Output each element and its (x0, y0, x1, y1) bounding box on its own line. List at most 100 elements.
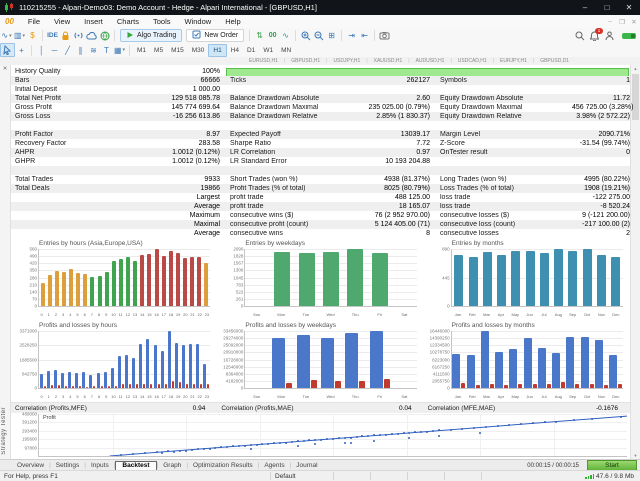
chart-tab[interactable]: USDCAD,H1 (452, 58, 493, 64)
menu-help[interactable]: Help (218, 17, 247, 26)
y-tick-label: 293400 (21, 428, 37, 434)
zoom-in-icon[interactable] (299, 30, 312, 42)
line-chart-icon[interactable]: ∿ ▾ (0, 30, 13, 42)
report-value: 9 (-121 200.00) (582, 212, 630, 219)
broadcast-icon[interactable] (72, 30, 85, 42)
text-tool-icon[interactable]: T (100, 44, 113, 56)
menu-charts[interactable]: Charts (110, 17, 146, 26)
market-depth-button[interactable]: 00 (266, 30, 279, 42)
community-person-icon[interactable] (603, 30, 616, 42)
report-label: Z-Score (440, 140, 465, 147)
timeframe-h1[interactable]: H1 (208, 43, 227, 57)
report-value: 235 025.00 (0.79%) (368, 104, 431, 111)
profit-bar (196, 344, 200, 388)
menu-tools[interactable]: Tools (146, 17, 178, 26)
menu-view[interactable]: View (47, 17, 77, 26)
y-tick-label: 12546000 (223, 364, 244, 370)
candle-chart-icon[interactable]: ▥ ▾ (13, 30, 26, 42)
algo-trading-button[interactable]: Algo Trading (120, 29, 183, 42)
bar-group (345, 331, 366, 388)
y-tick-label: 33456000 (223, 328, 244, 334)
chart-tab[interactable]: AUDUSD,H1 (410, 58, 451, 64)
x-tick-label: 14 (139, 394, 145, 399)
mdi-close-icon[interactable]: ✕ (628, 18, 640, 26)
tile-windows-icon[interactable]: ⊞ (325, 30, 338, 42)
maximize-button[interactable]: □ (596, 3, 618, 12)
tester-tab-backtest[interactable]: Backtest (115, 460, 157, 471)
globe-icon[interactable] (98, 30, 111, 42)
objects-icon[interactable]: ▦ ▾ (113, 44, 126, 56)
scroll-up-icon[interactable]: ▲ (631, 66, 640, 71)
minimize-button[interactable]: – (574, 3, 596, 12)
chart-tab[interactable]: GBPUSD,H1 (285, 58, 326, 64)
tick-chart-icon[interactable]: ∿ (279, 30, 292, 42)
channel-icon[interactable]: ∥ (74, 44, 87, 56)
x-tick-label: Jun (526, 394, 533, 399)
bar (133, 260, 138, 306)
tester-tab-settings[interactable]: Settings (51, 462, 85, 469)
tester-tab-graph[interactable]: Graph (158, 462, 186, 469)
timeframe-m15[interactable]: M15 (167, 45, 188, 56)
menu-window[interactable]: Window (178, 17, 219, 26)
bar-group (125, 331, 132, 388)
y-tick-label: 97800 (24, 445, 37, 451)
timeframe-m30[interactable]: M30 (188, 45, 209, 56)
chart-tab[interactable]: GBPUSD,D1 (534, 58, 575, 64)
zoom-out-icon[interactable] (312, 30, 325, 42)
tester-tab-optimization-results[interactable]: Optimization Results (188, 462, 258, 469)
cursor-icon[interactable] (0, 43, 15, 57)
timeframe-m1[interactable]: M1 (133, 45, 150, 56)
chart-tab[interactable]: EURUSD,H1 (243, 58, 284, 64)
bar (204, 262, 209, 306)
y-tick-label: 4111500 (432, 371, 450, 377)
trendline-icon[interactable]: ╱ (61, 44, 74, 56)
bar-group (40, 249, 45, 306)
chart-tab[interactable]: EURJPY,H1 (494, 58, 533, 64)
vertical-scrollbar[interactable]: ▲ ▼ (630, 65, 640, 459)
timeframe-mn[interactable]: MN (277, 45, 295, 56)
bar-group (298, 249, 315, 306)
timeframe-d1[interactable]: D1 (243, 45, 259, 56)
menu-insert[interactable]: Insert (77, 17, 110, 26)
vertical-line-icon[interactable]: │ (35, 44, 48, 56)
tester-tab-overview[interactable]: Overview (12, 462, 49, 469)
ide-button[interactable]: IDE (46, 30, 59, 42)
camera-icon[interactable] (378, 30, 391, 42)
scroll-down-icon[interactable]: ▼ (631, 453, 640, 458)
y-tick-label: 29274000 (223, 335, 244, 341)
mdi-minimize-icon[interactable]: – (604, 18, 616, 26)
timeframe-h4[interactable]: H4 (227, 45, 243, 56)
scrollbar-thumb[interactable] (632, 74, 639, 120)
dollar-icon[interactable]: $ (26, 30, 39, 42)
menu-file[interactable]: File (21, 17, 47, 26)
notifications-bell-icon[interactable]: 1 (590, 27, 603, 41)
lock-icon[interactable] (59, 30, 72, 42)
crosshair-icon[interactable]: + (15, 44, 28, 56)
timeframe-w1[interactable]: W1 (259, 45, 277, 56)
bar-group (189, 331, 196, 388)
panel-close-icon[interactable]: ✕ (0, 66, 10, 72)
tester-tab-journal[interactable]: Journal (291, 462, 322, 469)
tester-tab-inputs[interactable]: Inputs (86, 462, 114, 469)
profile-name[interactable]: Default (271, 473, 333, 480)
bar-group (396, 249, 412, 306)
report-label: Total Trades (15, 176, 54, 183)
x-tick-label: 7 (90, 312, 94, 317)
auto-scroll-icon[interactable]: ⇤ (358, 30, 371, 42)
new-order-button[interactable]: New Order (186, 29, 245, 42)
mini-chart-4: Profits and losses by weekdays 33456000 29… (217, 320, 423, 402)
loss-bar (207, 383, 210, 388)
bar-group (160, 331, 167, 388)
fibonacci-icon[interactable]: ≋ (87, 44, 100, 56)
search-icon[interactable] (573, 30, 586, 42)
cloud-icon[interactable] (85, 30, 98, 42)
close-button[interactable]: ✕ (618, 3, 640, 12)
chart-tab[interactable]: XAUUSD,H1 (368, 58, 409, 64)
chart-shift-icon[interactable]: ⇥ (345, 30, 358, 42)
chart-tab[interactable]: USDJPY,H1 (327, 58, 366, 64)
mdi-restore-icon[interactable]: ❐ (616, 18, 628, 26)
updown-arrows-icon[interactable]: ⇅ (253, 30, 266, 42)
tester-tab-agents[interactable]: Agents (259, 462, 289, 469)
timeframe-m5[interactable]: M5 (150, 45, 167, 56)
horizontal-line-icon[interactable]: ─ (48, 44, 61, 56)
